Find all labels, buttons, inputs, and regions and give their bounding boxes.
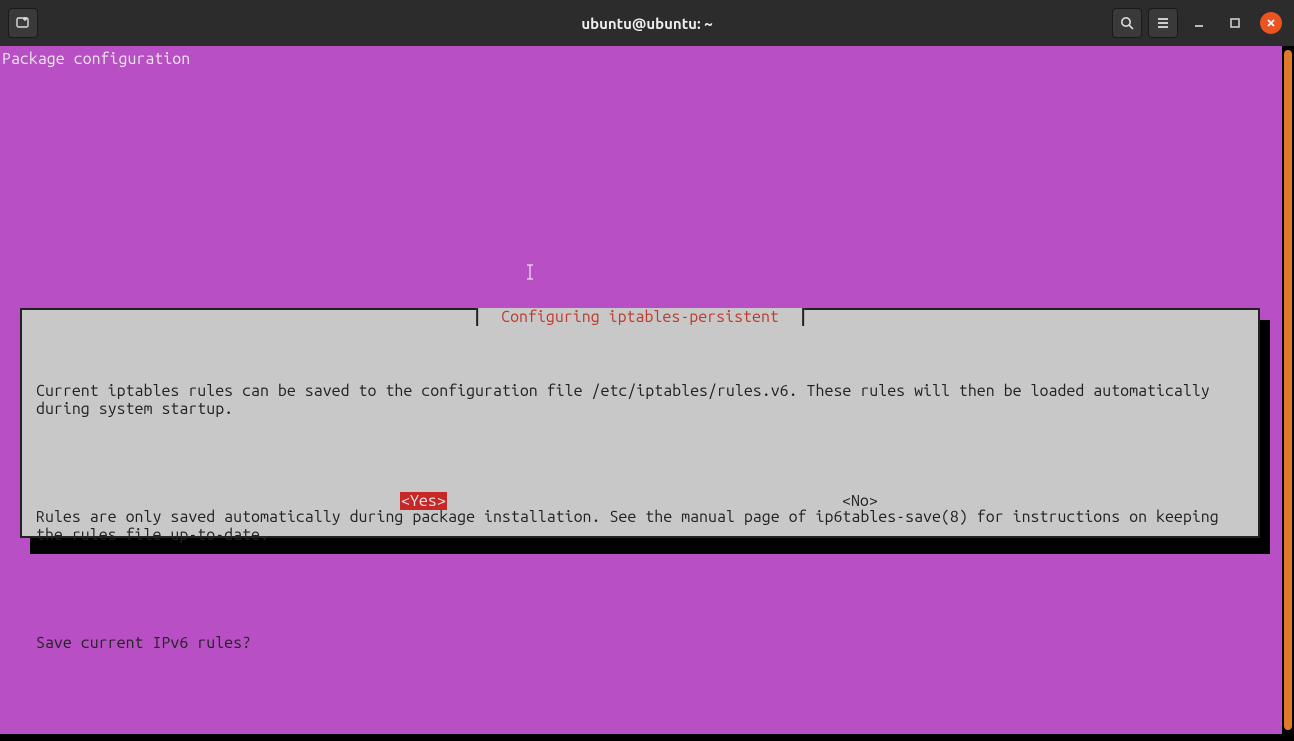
close-button[interactable] <box>1256 8 1286 38</box>
maximize-button[interactable] <box>1220 8 1250 38</box>
scrollbar-thumb[interactable] <box>1284 50 1292 730</box>
window-title: ubuntu@ubuntu: ~ <box>0 15 1294 32</box>
terminal[interactable]: Package configuration Configuring iptabl… <box>0 46 1282 734</box>
no-button[interactable]: <No> <box>842 492 878 510</box>
close-icon <box>1265 17 1277 29</box>
config-dialog: Configuring iptables-persistent Current … <box>20 308 1260 538</box>
text-cursor-icon <box>526 264 534 280</box>
yes-button[interactable]: <Yes> <box>400 492 447 510</box>
search-button[interactable] <box>1112 8 1142 38</box>
titlebar: ubuntu@ubuntu: ~ <box>0 0 1294 46</box>
new-tab-icon <box>15 15 31 31</box>
maximize-icon <box>1228 16 1242 30</box>
scrollbar[interactable] <box>1284 50 1292 730</box>
dialog-title-wrap: Configuring iptables-persistent <box>476 308 804 326</box>
screen-header: Package configuration <box>2 50 190 68</box>
dialog-buttons: <Yes> <No> <box>22 492 1258 510</box>
minimize-button[interactable] <box>1184 8 1214 38</box>
terminal-wrap: Package configuration Configuring iptabl… <box>0 46 1294 741</box>
dialog-body: Current iptables rules can be saved to t… <box>36 346 1244 688</box>
menu-button[interactable] <box>1148 8 1178 38</box>
minimize-icon <box>1192 16 1206 30</box>
new-tab-button[interactable] <box>8 8 38 38</box>
titlebar-right <box>1112 8 1286 38</box>
search-icon <box>1119 15 1135 31</box>
dialog-title: Configuring iptables-persistent <box>492 308 788 326</box>
hamburger-icon <box>1155 15 1171 31</box>
dialog-prompt: Save current IPv6 rules? <box>36 634 1244 652</box>
dialog-paragraph-1: Current iptables rules can be saved to t… <box>36 382 1244 418</box>
dialog-paragraph-2: Rules are only saved automatically durin… <box>36 508 1244 544</box>
